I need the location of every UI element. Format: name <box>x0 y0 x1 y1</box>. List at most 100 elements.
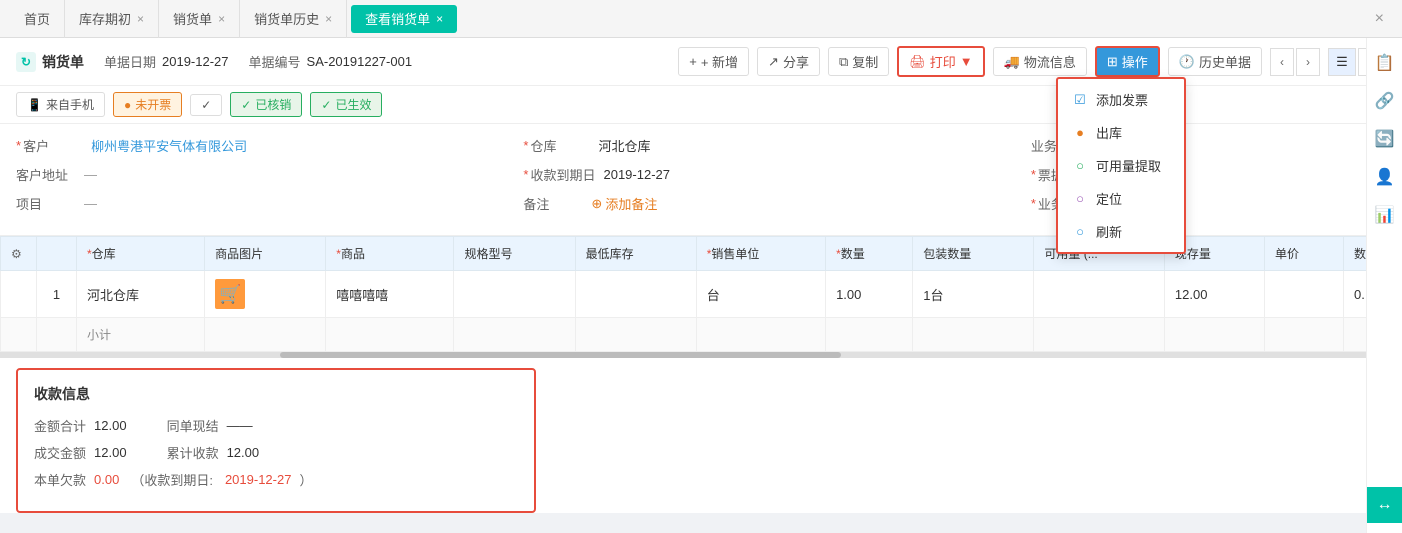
sidebar-icon-4[interactable]: 👤 <box>1370 162 1400 192</box>
tab-sales[interactable]: 销货单 × <box>159 0 240 38</box>
this-order-debt-value: 0.00 <box>94 472 119 487</box>
sidebar-icon-5[interactable]: 📊 <box>1370 200 1400 230</box>
toolbar-right: + + 新增 ↗ 分享 ⧉ 复制 🖨 打印 ▼ 🚚 物流信息 ⊞ <box>678 46 1386 77</box>
th-unit-price: 单价 <box>1264 237 1343 271</box>
history-button[interactable]: 🕐 历史单据 <box>1168 47 1262 76</box>
list-view-btn[interactable]: ☰ <box>1328 48 1356 76</box>
doc-title-text: 销货单 <box>42 52 84 72</box>
phone-icon: 📱 <box>27 98 42 112</box>
share-icon: ↗ <box>768 54 779 70</box>
due-date-hint-value: 2019-12-27 <box>225 472 292 487</box>
payment-section: 收款信息 金额合计 12.00 同单现结 —— 成交金额 12.00 累计收款 … <box>16 368 536 513</box>
warehouse-value: 河北仓库 <box>598 136 1030 155</box>
tab-sales-history[interactable]: 销货单历史 × <box>240 0 347 38</box>
row-settings-cell <box>1 271 37 318</box>
print-dropdown-arrow[interactable]: ▼ <box>960 54 973 69</box>
cancel-check-icon: ✓ <box>241 98 251 112</box>
row-quantity-cell: 1.00 <box>826 271 913 318</box>
row-unit-cell: 台 <box>696 271 825 318</box>
th-warehouse: *仓库 <box>77 237 205 271</box>
refresh-item[interactable]: ○ 刷新 <box>1058 215 1184 248</box>
logistics-button[interactable]: 🚚 物流信息 <box>993 47 1087 76</box>
row-spec-cell <box>454 271 575 318</box>
due-date-hint: （收款到期日: <box>131 470 213 489</box>
cancel-status-badge[interactable]: ✓ 已核销 <box>230 92 302 117</box>
tab-view-sales[interactable]: 查看销货单 × <box>351 5 457 33</box>
doc-date-label: 单据日期 <box>104 52 156 71</box>
available-extract-label: 可用量提取 <box>1096 156 1161 175</box>
sidebar-expand-button[interactable]: ↔ <box>1367 487 1402 523</box>
from-phone-button[interactable]: 📱 来自手机 <box>16 92 105 117</box>
tab-close-sales-history[interactable]: × <box>325 12 332 26</box>
row-product-cell: 嘻嘻嘻嘻 <box>326 271 454 318</box>
row-warehouse-cell: 河北仓库 <box>77 271 205 318</box>
data-table: ⚙ *仓库 商品图片 *商品 规格型号 最低库存 *销售单位 *数量 包装数量 … <box>0 236 1402 352</box>
th-pack-qty: 包装数量 <box>913 237 1034 271</box>
nav-arrows: ‹ › <box>1270 48 1320 76</box>
same-order-settle-value: —— <box>227 418 253 433</box>
tab-close-sales[interactable]: × <box>218 12 225 26</box>
row-pack-qty-cell: 1台 <box>913 271 1034 318</box>
ops-button[interactable]: ⊞ 操作 <box>1095 46 1160 77</box>
effective-status-badge[interactable]: ✓ 已生效 <box>310 92 382 117</box>
customer-value[interactable]: 柳州粤港平安气体有限公司 <box>91 136 523 155</box>
table-row: 1 河北仓库 🛒 嘻嘻嘻嘻 台 1.00 1台 12.00 <box>1 271 1402 318</box>
tab-close-view-sales[interactable]: × <box>436 12 443 26</box>
th-settings[interactable]: ⚙ <box>1 237 37 271</box>
amount-total-field: 金额合计 12.00 <box>34 416 127 435</box>
refresh-icon: ○ <box>1072 224 1088 240</box>
new-button[interactable]: + + 新增 <box>678 47 749 76</box>
horizontal-scrollbar[interactable] <box>0 352 1402 358</box>
tab-close-stock-init[interactable]: × <box>137 12 144 26</box>
row-unit-price-cell <box>1264 271 1343 318</box>
product-image: 🛒 <box>215 279 245 309</box>
warehouse-field: * 仓库 河北仓库 <box>523 136 1030 155</box>
tab-stock-init[interactable]: 库存期初 × <box>65 0 159 38</box>
copy-button[interactable]: ⧉ 复制 <box>828 47 889 76</box>
amount-total-label: 金额合计 <box>34 416 86 435</box>
doc-title-area: ↻ 销货单 <box>16 52 84 72</box>
sidebar-icon-3[interactable]: 🔄 <box>1370 124 1400 154</box>
payment-row-3: 本单欠款 0.00 （收款到期日: 2019-12-27 ） <box>34 470 518 489</box>
effective-check-icon: ✓ <box>321 98 331 112</box>
logistics-icon: 🚚 <box>1004 54 1020 70</box>
locate-item[interactable]: ○ 定位 <box>1058 182 1184 215</box>
print-button[interactable]: 🖨 打印 ▼ <box>897 46 984 77</box>
refresh-label: 刷新 <box>1096 222 1122 241</box>
right-sidebar: 📋 🔗 🔄 👤 📊 ↔ <box>1366 38 1402 533</box>
tab-bar: 首页 库存期初 × 销货单 × 销货单历史 × 查看销货单 × × <box>0 0 1402 38</box>
window-close-button[interactable]: × <box>1367 10 1392 28</box>
available-extract-item[interactable]: ○ 可用量提取 <box>1058 149 1184 182</box>
doc-no-field: 单据编号 SA-20191227-001 <box>249 52 413 71</box>
unopened-badge[interactable]: ● 未开票 <box>113 92 182 117</box>
locate-label: 定位 <box>1096 189 1122 208</box>
new-icon: + <box>689 54 697 69</box>
tab-home[interactable]: 首页 <box>10 0 65 38</box>
doc-no-value: SA-20191227-001 <box>307 54 413 69</box>
prev-arrow[interactable]: ‹ <box>1270 48 1294 76</box>
add-invoice-item[interactable]: ☑ 添加发票 <box>1058 83 1184 116</box>
check-icon: ✓ <box>201 98 211 112</box>
form-section: * 客户 柳州粤港平安气体有限公司 * 仓库 河北仓库 业务员 演示账号 客户地… <box>0 124 1402 236</box>
outbound-item[interactable]: ● 出库 <box>1058 116 1184 149</box>
address-field: 客户地址 — <box>16 165 523 184</box>
next-arrow[interactable]: › <box>1296 48 1320 76</box>
main-content: ↻ 销货单 单据日期 2019-12-27 单据编号 SA-20191227-0… <box>0 38 1402 513</box>
sidebar-icon-1[interactable]: 📋 <box>1370 48 1400 78</box>
sidebar-icon-2[interactable]: 🔗 <box>1370 86 1400 116</box>
available-extract-icon: ○ <box>1072 158 1088 174</box>
row-min-stock-cell <box>575 271 696 318</box>
customer-label: 客户 <box>23 136 83 155</box>
warehouse-label: 仓库 <box>530 136 590 155</box>
deal-amount-value: 12.00 <box>94 445 127 460</box>
payment-title: 收款信息 <box>34 384 518 404</box>
plus-icon: ⊕ <box>591 196 602 212</box>
add-note-button[interactable]: ⊕ 添加备注 <box>591 194 657 213</box>
settings-icon[interactable]: ⚙ <box>11 247 22 261</box>
share-button[interactable]: ↗ 分享 <box>757 47 820 76</box>
project-label: 项目 <box>16 194 76 213</box>
doc-header: ↻ 销货单 单据日期 2019-12-27 单据编号 SA-20191227-0… <box>0 38 1402 86</box>
same-order-settle-label: 同单现结 <box>167 416 219 435</box>
check-btn[interactable]: ✓ <box>190 94 222 116</box>
th-quantity: *数量 <box>826 237 913 271</box>
